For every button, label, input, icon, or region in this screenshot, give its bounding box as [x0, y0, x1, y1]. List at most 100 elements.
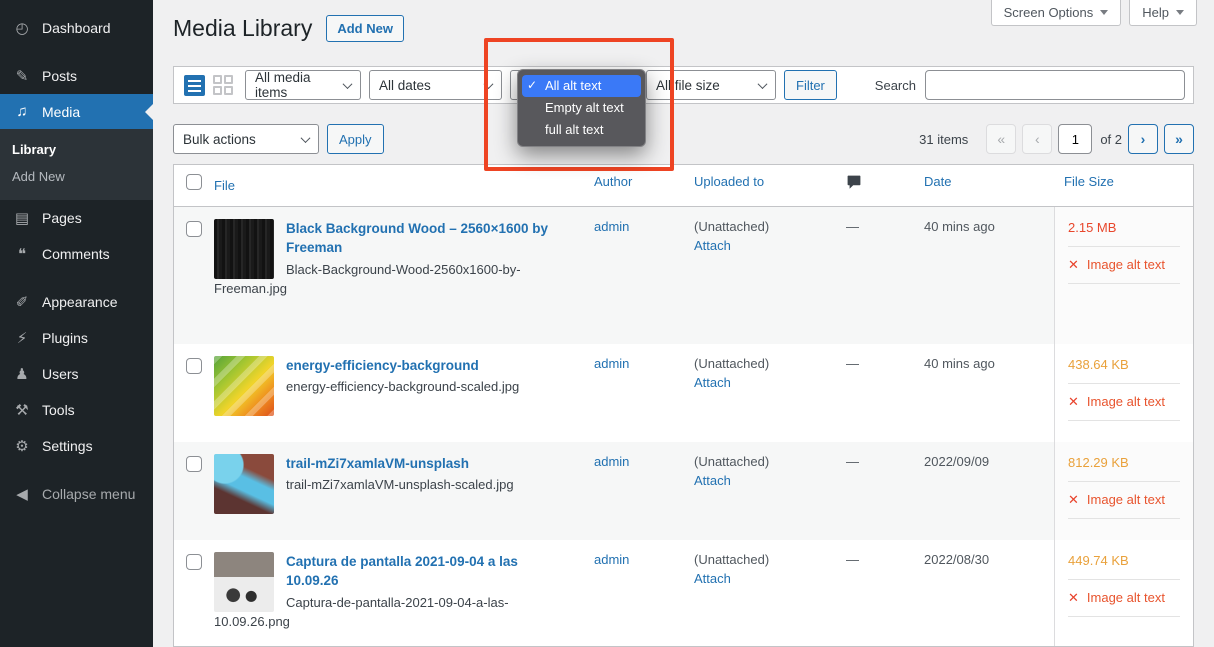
comments-cell: — — [846, 355, 859, 371]
collapse-icon: ◀ — [16, 486, 28, 503]
items-count: 31 items — [919, 131, 969, 147]
file-size-cell: 449.74 KB ✕ Image alt text — [1054, 539, 1193, 646]
pushpin-icon: ✎ — [15, 68, 29, 85]
add-new-button[interactable]: Add New — [326, 15, 404, 42]
media-title-link[interactable]: Captura de pantalla 2021-09-04 a las 10.… — [286, 552, 564, 591]
chevron-down-icon — [757, 78, 768, 89]
media-thumbnail[interactable] — [214, 218, 274, 279]
author-link[interactable]: admin — [594, 356, 629, 371]
media-thumbnail[interactable] — [214, 453, 274, 514]
attach-link[interactable]: Attach — [694, 473, 731, 488]
row-checkbox[interactable] — [186, 357, 202, 374]
date-cell: 40 mins ago — [924, 218, 995, 234]
file-size-value: 449.74 KB — [1068, 540, 1180, 580]
file-size-select[interactable]: All file size — [646, 70, 776, 100]
media-type-value: All media items — [255, 70, 311, 100]
media-row: energy-efficiency-background energy-effi… — [174, 343, 1193, 442]
media-thumbnail[interactable] — [214, 355, 274, 416]
prev-page-button[interactable]: ‹ — [1022, 124, 1053, 154]
sidebar-item-plugins[interactable]: ⚡ Plugins — [0, 320, 153, 356]
media-title-link[interactable]: Black Background Wood – 2560×1600 by Fre… — [286, 219, 564, 258]
table-body: Black Background Wood – 2560×1600 by Fre… — [174, 206, 1193, 646]
header-uploaded-to[interactable]: Uploaded to — [684, 165, 836, 206]
uploaded-to-cell: (Unattached) Attach — [684, 540, 836, 646]
sidebar-item-settings[interactable]: ⚙ Settings — [0, 428, 153, 464]
unattached-label: (Unattached) — [694, 218, 770, 234]
author-link[interactable]: admin — [594, 454, 629, 469]
date-filter-select[interactable]: All dates — [369, 70, 502, 100]
apply-button[interactable]: Apply — [327, 124, 384, 154]
current-page-input[interactable] — [1058, 124, 1093, 154]
dashboard-icon: ◴ — [15, 20, 29, 37]
dropdown-option[interactable]: Empty alt text — [522, 97, 641, 119]
help-button[interactable]: Help — [1129, 0, 1197, 26]
search-label: Search — [874, 77, 916, 93]
attach-link[interactable]: Attach — [694, 238, 731, 253]
comment-bubble-icon[interactable] — [836, 165, 914, 206]
alt-text-status: ✕ Image alt text — [1068, 580, 1180, 617]
media-row: Black Background Wood – 2560×1600 by Fre… — [174, 206, 1193, 344]
sidebar-item-label: Users — [42, 366, 79, 382]
header-date[interactable]: Date — [914, 165, 1054, 206]
attach-link[interactable]: Attach — [694, 571, 731, 586]
sidebar-item-users[interactable]: ♟ Users — [0, 356, 153, 392]
last-page-button[interactable]: » — [1164, 124, 1194, 154]
media-type-select[interactable]: All media items — [245, 70, 361, 100]
sidebar-item-label: Pages — [42, 210, 82, 226]
file-cell: trail-mZi7xamlaVM-unsplash trail-mZi7xam… — [212, 442, 584, 540]
list-view-icon[interactable] — [184, 74, 205, 96]
media-thumbnail[interactable] — [214, 551, 274, 612]
sidebar-item-collapse-menu[interactable]: ◀ Collapse menu — [0, 476, 153, 512]
dropdown-option[interactable]: full alt text — [522, 119, 641, 141]
dropdown-option[interactable]: ✓ All alt text — [522, 75, 641, 97]
search-area: Search — [875, 70, 1185, 100]
author-link[interactable]: admin — [594, 219, 629, 234]
submenu-item-library[interactable]: Library — [0, 136, 153, 163]
sidebar-item-comments[interactable]: ❝ Comments — [0, 236, 153, 272]
select-all-checkbox[interactable] — [186, 174, 202, 190]
row-checkbox[interactable] — [186, 553, 202, 570]
sidebar-item-media[interactable]: ♫ Media — [0, 94, 153, 129]
next-page-button[interactable]: › — [1128, 124, 1158, 154]
sidebar-item-dashboard[interactable]: ◴ Dashboard — [0, 10, 153, 46]
unattached-label: (Unattached) — [694, 453, 770, 469]
media-row: trail-mZi7xamlaVM-unsplash trail-mZi7xam… — [174, 441, 1193, 540]
grid-cell — [224, 75, 233, 84]
screen-options-button[interactable]: Screen Options — [990, 0, 1122, 26]
header-author[interactable]: Author — [584, 165, 684, 206]
search-input[interactable] — [925, 70, 1185, 100]
bulk-actions-select[interactable]: Bulk actions — [173, 124, 319, 154]
filter-button[interactable]: Filter — [784, 70, 837, 100]
sidebar-item-pages[interactable]: ▤ Pages — [0, 200, 153, 236]
file-size-value: All file size — [656, 77, 720, 93]
grid-view-icon[interactable] — [213, 75, 233, 95]
header-checkbox-cell — [174, 165, 212, 206]
uploaded-to-cell: (Unattached) Attach — [684, 207, 836, 344]
comments-icon: ❝ — [17, 246, 27, 263]
alt-text-status: ✕ Image alt text — [1068, 384, 1180, 421]
row-checkbox[interactable] — [186, 220, 202, 237]
file-cell: Black Background Wood – 2560×1600 by Fre… — [212, 207, 584, 344]
attach-link[interactable]: Attach — [694, 375, 731, 390]
header-file-size[interactable]: File Size — [1054, 165, 1193, 206]
alt-status-label: Image alt text — [1086, 492, 1165, 508]
header-file[interactable]: File — [212, 165, 584, 206]
sidebar-item-tools[interactable]: ⚒ Tools — [0, 392, 153, 428]
media-title-link[interactable]: trail-mZi7xamlaVM-unsplash — [286, 454, 564, 474]
grid-cell — [224, 86, 233, 95]
table-header-row: File Author Uploaded to Date File Size — [174, 165, 1193, 207]
first-page-button[interactable]: « — [986, 124, 1017, 154]
media-title-link[interactable]: energy-efficiency-background — [286, 356, 564, 376]
tools-icon: ⚒ — [15, 402, 29, 419]
sidebar-item-posts[interactable]: ✎ Posts — [0, 58, 153, 94]
total-pages-label: of 2 — [1100, 131, 1122, 147]
media-list-table: File Author Uploaded to Date File Size B… — [173, 164, 1194, 647]
author-cell: admin — [584, 207, 684, 344]
sidebar-item-appearance[interactable]: ✐ Appearance — [0, 284, 153, 320]
checkmark-icon: ✓ — [527, 78, 538, 92]
author-link[interactable]: admin — [594, 552, 629, 567]
page-title: Media Library — [173, 15, 313, 41]
date-cell: 2022/09/09 — [924, 453, 990, 469]
submenu-item-add-new[interactable]: Add New — [0, 163, 153, 190]
row-checkbox[interactable] — [186, 455, 202, 472]
